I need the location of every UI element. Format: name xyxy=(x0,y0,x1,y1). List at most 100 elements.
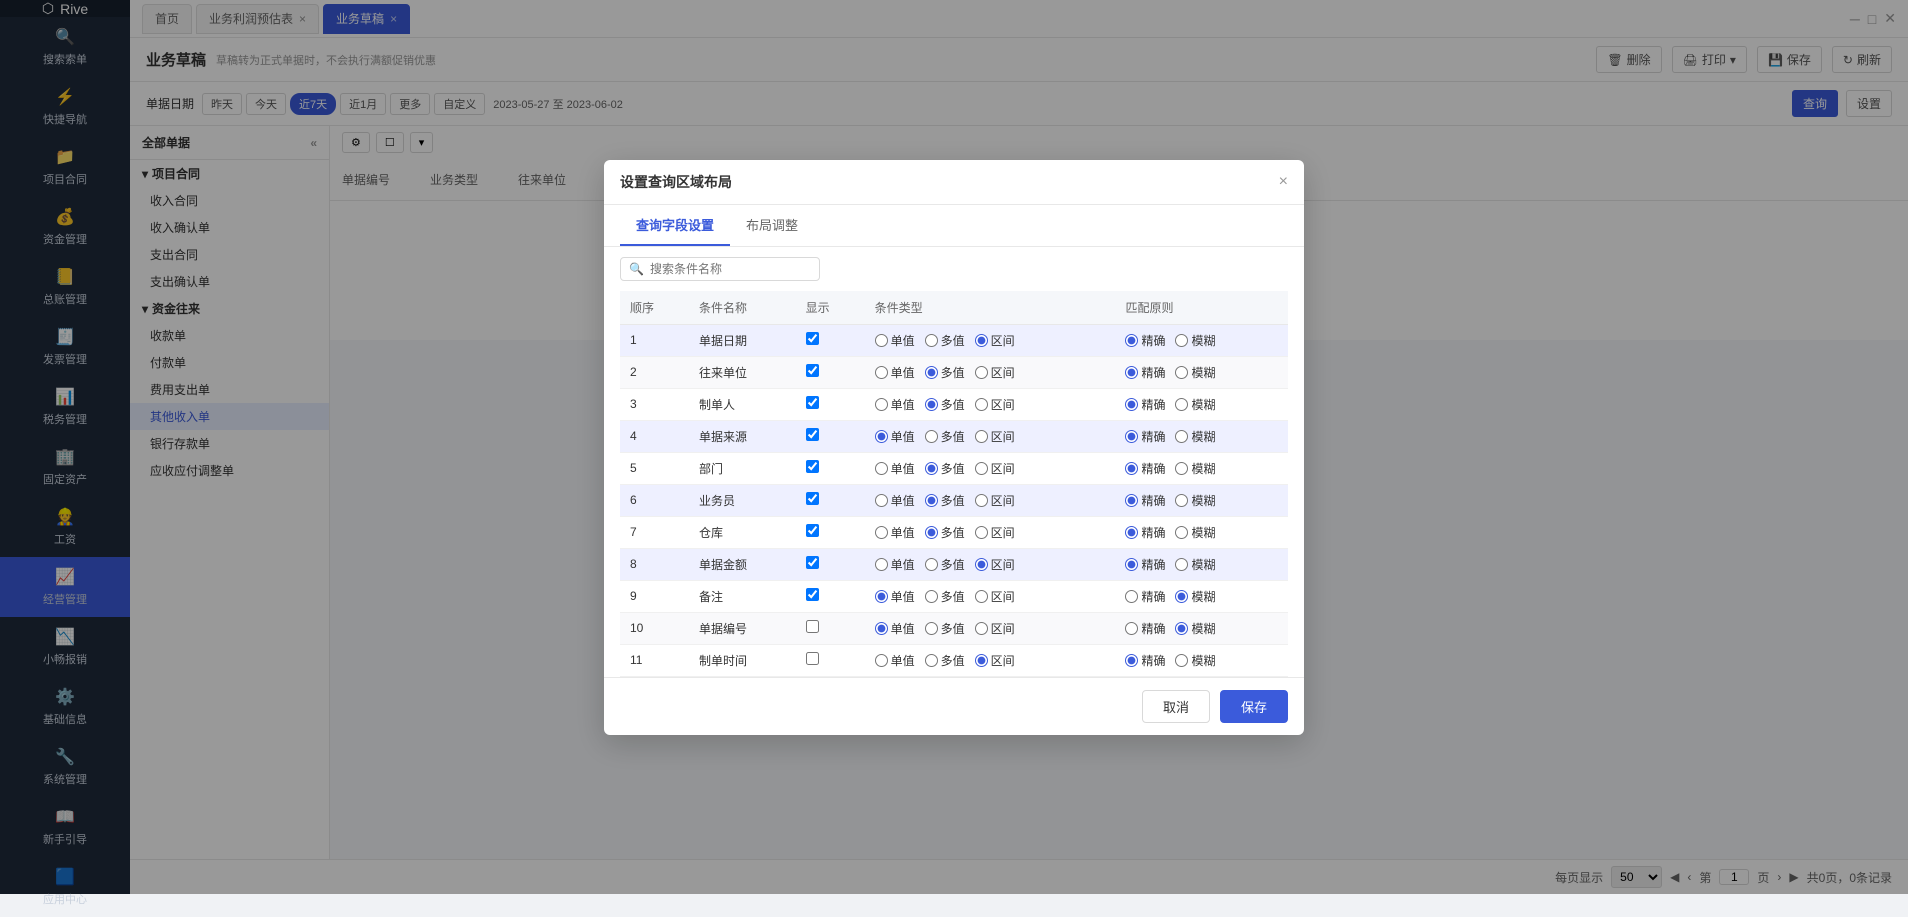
modal-table-container: 顺序条件名称显示条件类型匹配原则 1单据日期单值多值区间精确模糊2往来单位单值多… xyxy=(604,291,1304,677)
match-radio-1-exact[interactable] xyxy=(1125,334,1138,347)
th-顺序: 顺序 xyxy=(620,291,689,325)
match-radio-8-exact[interactable] xyxy=(1125,558,1138,571)
match-radio-2-fuzzy[interactable] xyxy=(1175,366,1188,379)
type-radio-3-range[interactable] xyxy=(975,398,988,411)
type-radio-8-multi[interactable] xyxy=(925,558,938,571)
type-radio-4-range[interactable] xyxy=(975,430,988,443)
modal-search: 🔍 xyxy=(604,247,1304,291)
match-radio-5-exact[interactable] xyxy=(1125,462,1138,475)
show-checkbox-11[interactable] xyxy=(806,652,819,665)
show-checkbox-6[interactable] xyxy=(806,492,819,505)
table-row: 6业务员单值多值区间精确模糊 xyxy=(620,484,1288,516)
table-row: 2往来单位单值多值区间精确模糊 xyxy=(620,356,1288,388)
save-modal-button[interactable]: 保存 xyxy=(1220,690,1288,723)
match-radio-3-exact[interactable] xyxy=(1125,398,1138,411)
search-input[interactable] xyxy=(650,262,811,276)
match-radio-1-fuzzy[interactable] xyxy=(1175,334,1188,347)
table-row: 3制单人单值多值区间精确模糊 xyxy=(620,388,1288,420)
table-row: 1单据日期单值多值区间精确模糊 xyxy=(620,324,1288,356)
match-radio-7-exact[interactable] xyxy=(1125,526,1138,539)
type-radio-10-range[interactable] xyxy=(975,622,988,635)
modal-header: 设置查询区域布局 × xyxy=(604,160,1304,205)
table-row: 5部门单值多值区间精确模糊 xyxy=(620,452,1288,484)
type-radio-1-single[interactable] xyxy=(875,334,888,347)
match-radio-4-fuzzy[interactable] xyxy=(1175,430,1188,443)
match-radio-5-fuzzy[interactable] xyxy=(1175,462,1188,475)
match-radio-10-fuzzy[interactable] xyxy=(1175,622,1188,635)
match-radio-3-fuzzy[interactable] xyxy=(1175,398,1188,411)
type-radio-8-single[interactable] xyxy=(875,558,888,571)
modal-close-button[interactable]: × xyxy=(1279,173,1288,191)
th-条件名称: 条件名称 xyxy=(689,291,796,325)
type-radio-9-multi[interactable] xyxy=(925,590,938,603)
show-checkbox-8[interactable] xyxy=(806,556,819,569)
type-radio-3-single[interactable] xyxy=(875,398,888,411)
show-checkbox-4[interactable] xyxy=(806,428,819,441)
search-icon: 🔍 xyxy=(629,262,644,276)
match-radio-6-exact[interactable] xyxy=(1125,494,1138,507)
type-radio-11-range[interactable] xyxy=(975,654,988,667)
th-匹配原则: 匹配原则 xyxy=(1115,291,1288,325)
modal-footer: 取消 保存 xyxy=(604,677,1304,735)
table-row: 11制单时间单值多值区间精确模糊 xyxy=(620,644,1288,676)
type-radio-7-multi[interactable] xyxy=(925,526,938,539)
type-radio-10-multi[interactable] xyxy=(925,622,938,635)
show-checkbox-7[interactable] xyxy=(806,524,819,537)
type-radio-1-multi[interactable] xyxy=(925,334,938,347)
type-radio-4-single[interactable] xyxy=(875,430,888,443)
type-radio-11-multi[interactable] xyxy=(925,654,938,667)
type-radio-6-range[interactable] xyxy=(975,494,988,507)
type-radio-5-range[interactable] xyxy=(975,462,988,475)
modal-table: 顺序条件名称显示条件类型匹配原则 1单据日期单值多值区间精确模糊2往来单位单值多… xyxy=(620,291,1288,677)
cancel-button[interactable]: 取消 xyxy=(1142,690,1210,723)
show-checkbox-1[interactable] xyxy=(806,332,819,345)
type-radio-2-range[interactable] xyxy=(975,366,988,379)
match-radio-4-exact[interactable] xyxy=(1125,430,1138,443)
modal-tab-query-fields[interactable]: 查询字段设置 xyxy=(620,205,730,246)
modal-dialog: 设置查询区域布局 × 查询字段设置布局调整 🔍 顺序条件名称显示条件类型匹配原则… xyxy=(604,160,1304,735)
modal-overlay[interactable]: 设置查询区域布局 × 查询字段设置布局调整 🔍 顺序条件名称显示条件类型匹配原则… xyxy=(0,0,1908,894)
type-radio-4-multi[interactable] xyxy=(925,430,938,443)
type-radio-5-multi[interactable] xyxy=(925,462,938,475)
match-radio-6-fuzzy[interactable] xyxy=(1175,494,1188,507)
show-checkbox-5[interactable] xyxy=(806,460,819,473)
table-row: 9备注单值多值区间精确模糊 xyxy=(620,580,1288,612)
th-条件类型: 条件类型 xyxy=(865,291,1116,325)
type-radio-2-multi[interactable] xyxy=(925,366,938,379)
match-radio-7-fuzzy[interactable] xyxy=(1175,526,1188,539)
modal-body: 查询字段设置布局调整 🔍 顺序条件名称显示条件类型匹配原则 1单据日期单值多值区… xyxy=(604,205,1304,677)
type-radio-8-range[interactable] xyxy=(975,558,988,571)
show-checkbox-2[interactable] xyxy=(806,364,819,377)
type-radio-10-single[interactable] xyxy=(875,622,888,635)
match-radio-9-fuzzy[interactable] xyxy=(1175,590,1188,603)
table-row: 4单据来源单值多值区间精确模糊 xyxy=(620,420,1288,452)
type-radio-11-single[interactable] xyxy=(875,654,888,667)
match-radio-8-fuzzy[interactable] xyxy=(1175,558,1188,571)
type-radio-3-multi[interactable] xyxy=(925,398,938,411)
type-radio-7-single[interactable] xyxy=(875,526,888,539)
show-checkbox-10[interactable] xyxy=(806,620,819,633)
type-radio-9-range[interactable] xyxy=(975,590,988,603)
type-radio-1-range[interactable] xyxy=(975,334,988,347)
type-radio-7-range[interactable] xyxy=(975,526,988,539)
match-radio-10-exact[interactable] xyxy=(1125,622,1138,635)
show-checkbox-9[interactable] xyxy=(806,588,819,601)
search-box: 🔍 xyxy=(620,257,820,281)
match-radio-11-exact[interactable] xyxy=(1125,654,1138,667)
type-radio-6-multi[interactable] xyxy=(925,494,938,507)
modal-title: 设置查询区域布局 xyxy=(620,172,732,192)
type-radio-9-single[interactable] xyxy=(875,590,888,603)
type-radio-5-single[interactable] xyxy=(875,462,888,475)
type-radio-2-single[interactable] xyxy=(875,366,888,379)
type-radio-6-single[interactable] xyxy=(875,494,888,507)
modal-tab-layout[interactable]: 布局调整 xyxy=(730,205,814,246)
table-row: 10单据编号单值多值区间精确模糊 xyxy=(620,612,1288,644)
match-radio-2-exact[interactable] xyxy=(1125,366,1138,379)
match-radio-11-fuzzy[interactable] xyxy=(1175,654,1188,667)
table-row: 8单据金额单值多值区间精确模糊 xyxy=(620,548,1288,580)
th-显示: 显示 xyxy=(796,291,865,325)
match-radio-9-exact[interactable] xyxy=(1125,590,1138,603)
modal-tabs: 查询字段设置布局调整 xyxy=(604,205,1304,247)
show-checkbox-3[interactable] xyxy=(806,396,819,409)
table-row: 7仓库单值多值区间精确模糊 xyxy=(620,516,1288,548)
